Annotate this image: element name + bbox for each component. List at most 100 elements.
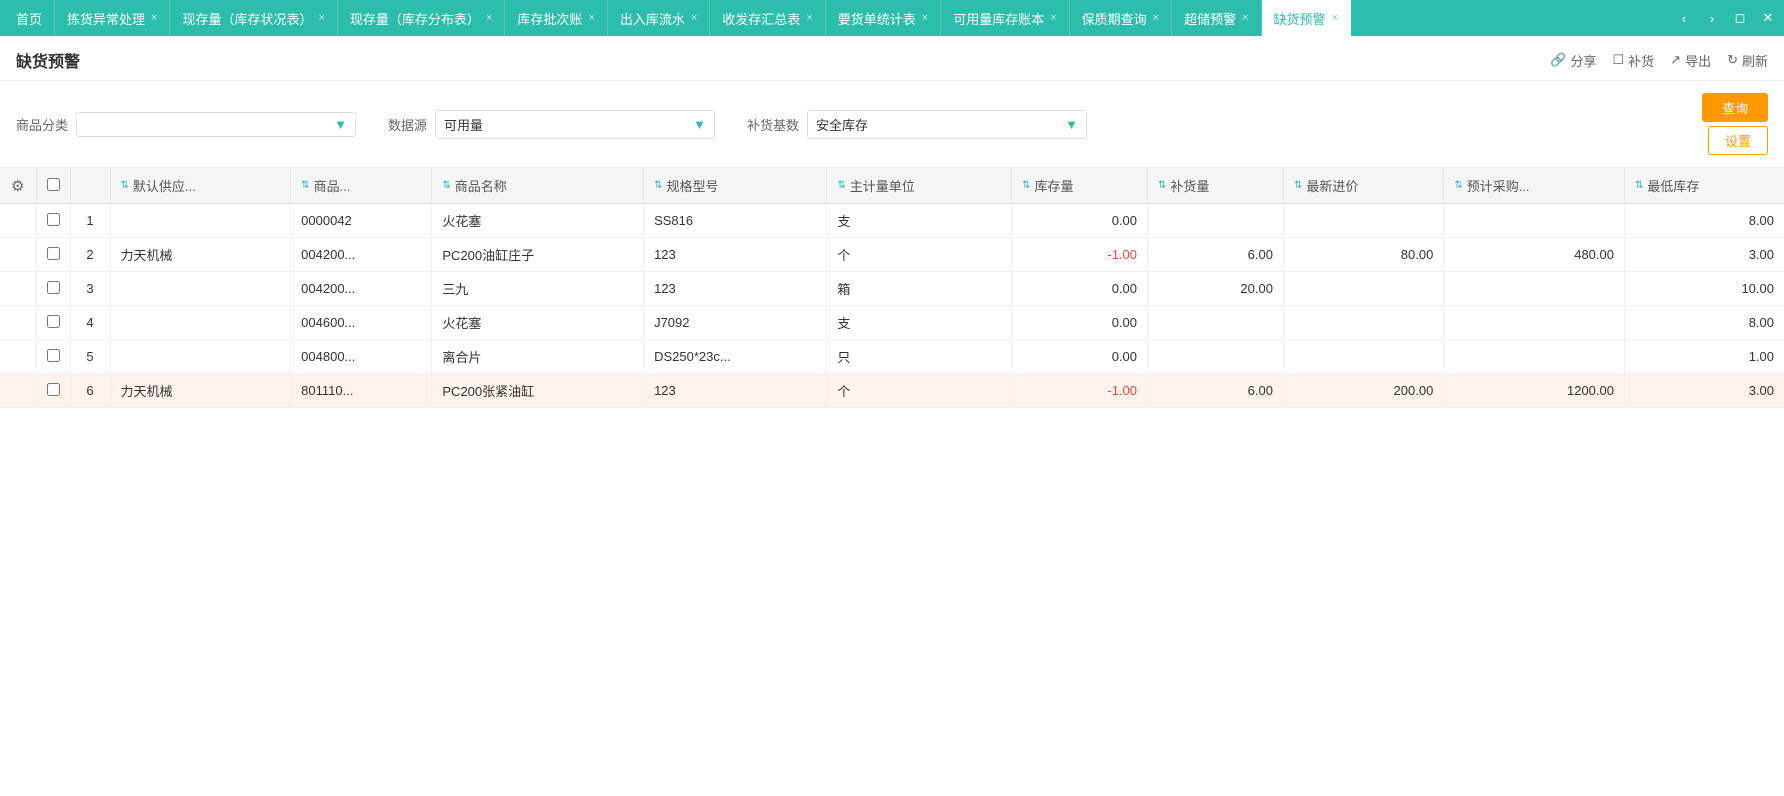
th-gear[interactable]: ⚙ — [0, 168, 36, 204]
row-name: 火花塞 — [432, 306, 644, 340]
row-checkbox-cell[interactable] — [36, 374, 70, 408]
row-stock: 0.00 — [1012, 306, 1148, 340]
row-replenish — [1148, 306, 1284, 340]
row-gear-cell — [0, 306, 36, 340]
tab-close-shortage[interactable]: × — [1332, 12, 1338, 24]
row-num: 6 — [70, 374, 110, 408]
th-num — [70, 168, 110, 204]
replenish-base-filter-group: 补货基数 安全库存 ▼ — [747, 110, 1087, 139]
row-checkbox[interactable] — [47, 247, 60, 260]
th-spec[interactable]: ⇅ 规格型号 — [644, 168, 827, 204]
row-min-stock: 10.00 — [1624, 272, 1784, 306]
settings-button[interactable]: 设置 — [1708, 126, 1768, 155]
th-est-purchase[interactable]: ⇅ 预计采购... — [1444, 168, 1625, 204]
th-name[interactable]: ⇅ 商品名称 — [432, 168, 644, 204]
tab-restore[interactable]: ◻ — [1728, 6, 1752, 30]
th-check[interactable] — [36, 168, 70, 204]
row-latest-price — [1283, 204, 1443, 238]
query-button[interactable]: 查询 — [1702, 93, 1768, 122]
row-est-purchase: 480.00 — [1444, 238, 1625, 272]
row-stock: -1.00 — [1012, 238, 1148, 272]
sort-icon-spec: ⇅ — [654, 180, 662, 191]
page-header: 缺货预警 🔗 分享 ☐ 补货 ↗ 导出 ↻ 刷新 — [0, 36, 1784, 81]
row-unit: 箱 — [827, 272, 1012, 306]
row-min-stock: 3.00 — [1624, 374, 1784, 408]
row-latest-price — [1283, 272, 1443, 306]
tab-close-flow[interactable]: × — [691, 12, 697, 24]
datasource-arrow-icon: ▼ — [693, 117, 706, 132]
row-spec: 123 — [644, 272, 827, 306]
tab-close-overstock[interactable]: × — [1242, 12, 1248, 24]
datasource-select[interactable]: 可用量 ▼ — [435, 110, 715, 139]
row-spec: DS250*23c... — [644, 340, 827, 374]
tab-close-pick[interactable]: × — [151, 12, 157, 24]
row-checkbox-cell[interactable] — [36, 340, 70, 374]
tab-scroll-left[interactable]: ‹ — [1672, 6, 1696, 30]
row-checkbox[interactable] — [47, 383, 60, 396]
tab-close-order[interactable]: × — [922, 12, 928, 24]
row-latest-price — [1283, 306, 1443, 340]
tab-home[interactable]: 首页 — [4, 0, 55, 36]
tab-shortage[interactable]: 缺货预警 × — [1262, 0, 1351, 36]
tab-pick[interactable]: 拣货异常处理 × — [55, 0, 170, 36]
tab-close-expire[interactable]: × — [1153, 12, 1159, 24]
row-est-purchase — [1444, 340, 1625, 374]
th-unit[interactable]: ⇅ 主计量单位 — [827, 168, 1012, 204]
tab-close-summary[interactable]: × — [806, 12, 812, 24]
tab-scroll-right[interactable]: › — [1700, 6, 1724, 30]
row-checkbox-cell[interactable] — [36, 306, 70, 340]
row-checkbox-cell[interactable] — [36, 238, 70, 272]
tab-stock1[interactable]: 现存量（库存状况表） × — [170, 0, 337, 36]
row-code: 801110... — [291, 374, 432, 408]
row-checkbox[interactable] — [47, 213, 60, 226]
gear-icon: ⚙ — [11, 177, 24, 195]
sort-icon-replenish: ⇅ — [1158, 180, 1166, 191]
row-replenish — [1148, 340, 1284, 374]
tab-overstock[interactable]: 超储预警 × — [1172, 0, 1261, 36]
refresh-icon: ↻ — [1727, 52, 1738, 68]
tab-close-stock1[interactable]: × — [318, 12, 324, 24]
sort-icon-unit: ⇅ — [837, 180, 845, 191]
tab-batch[interactable]: 库存批次账 × — [505, 0, 607, 36]
export-button[interactable]: ↗ 导出 — [1670, 51, 1711, 70]
tab-order[interactable]: 要货单统计表 × — [826, 0, 941, 36]
sort-icon-supplier: ⇅ — [121, 180, 129, 191]
replenish-base-select[interactable]: 安全库存 ▼ — [807, 110, 1087, 139]
row-stock: 0.00 — [1012, 340, 1148, 374]
tab-summary[interactable]: 收发存汇总表 × — [710, 0, 825, 36]
th-latest-price[interactable]: ⇅ 最新进价 — [1283, 168, 1443, 204]
tab-close-avail[interactable]: × — [1050, 12, 1056, 24]
row-stock: 0.00 — [1012, 204, 1148, 238]
row-checkbox-cell[interactable] — [36, 272, 70, 306]
tab-close-batch[interactable]: × — [588, 12, 594, 24]
tab-close-all[interactable]: ✕ — [1756, 6, 1780, 30]
th-code[interactable]: ⇅ 商品... — [291, 168, 432, 204]
th-stock[interactable]: ⇅ 库存量 — [1012, 168, 1148, 204]
select-all-checkbox[interactable] — [47, 178, 60, 191]
row-checkbox[interactable] — [47, 315, 60, 328]
row-checkbox-cell[interactable] — [36, 204, 70, 238]
table-row: 5004800...离合片DS250*23c...只0.001.00 — [0, 340, 1784, 374]
row-latest-price: 200.00 — [1283, 374, 1443, 408]
replenish-button[interactable]: ☐ 补货 — [1612, 51, 1654, 70]
row-replenish — [1148, 204, 1284, 238]
th-replenish[interactable]: ⇅ 补货量 — [1148, 168, 1284, 204]
refresh-button[interactable]: ↻ 刷新 — [1727, 51, 1768, 70]
table-row: 10000042火花塞SS816支0.008.00 — [0, 204, 1784, 238]
tab-avail[interactable]: 可用量库存账本 × — [941, 0, 1069, 36]
row-checkbox[interactable] — [47, 349, 60, 362]
row-name: 三九 — [432, 272, 644, 306]
th-supplier[interactable]: ⇅ 默认供应... — [110, 168, 291, 204]
row-gear-cell — [0, 340, 36, 374]
row-unit: 支 — [827, 306, 1012, 340]
share-button[interactable]: 🔗 分享 — [1550, 51, 1596, 70]
row-checkbox[interactable] — [47, 281, 60, 294]
tab-close-stock2[interactable]: × — [486, 12, 492, 24]
row-min-stock: 3.00 — [1624, 238, 1784, 272]
tab-flow[interactable]: 出入库流水 × — [608, 0, 710, 36]
tab-expire[interactable]: 保质期查询 × — [1070, 0, 1172, 36]
row-gear-cell — [0, 374, 36, 408]
tab-stock2[interactable]: 现存量（库存分布表） × — [338, 0, 505, 36]
category-select[interactable]: ▼ — [76, 112, 356, 137]
th-min-stock[interactable]: ⇅ 最低库存 — [1624, 168, 1784, 204]
